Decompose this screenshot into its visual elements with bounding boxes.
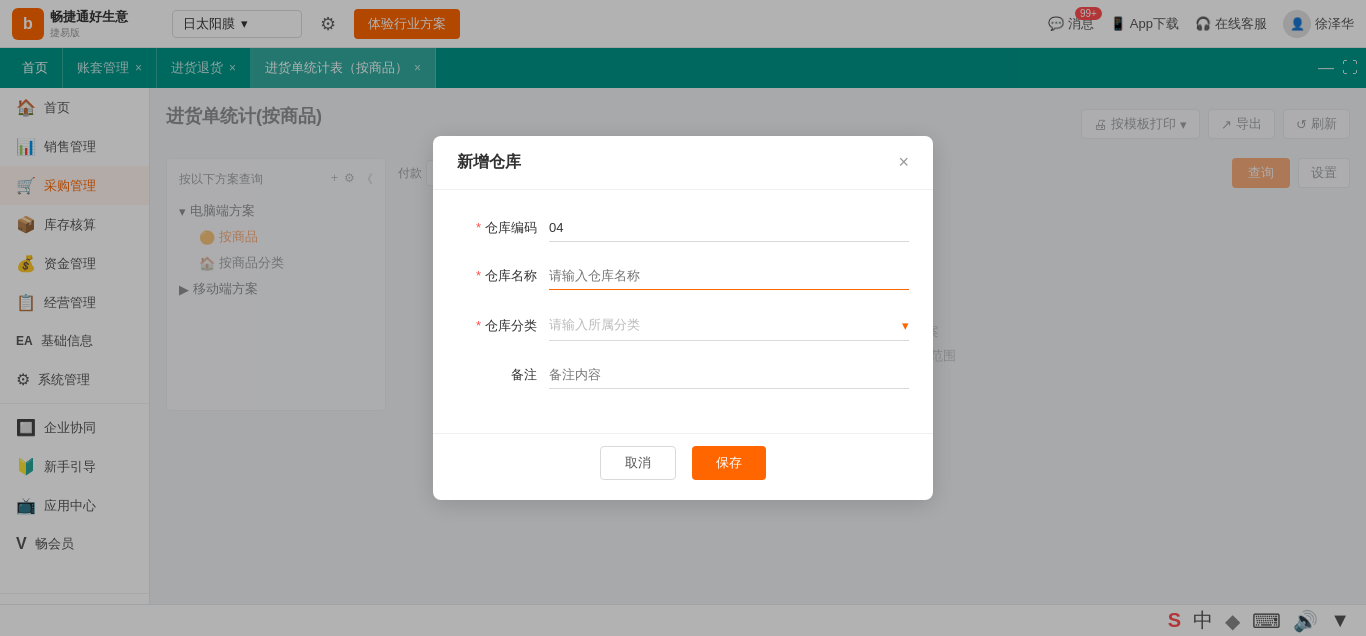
- name-input[interactable]: [549, 262, 909, 290]
- category-select[interactable]: 请输入所属分类 ▾: [549, 310, 909, 341]
- dialog-body: 仓库编码 仓库名称 仓库分类 请输入所属分类 ▾ 备注: [433, 190, 933, 433]
- code-label: 仓库编码: [457, 219, 537, 237]
- form-row-category: 仓库分类 请输入所属分类 ▾: [457, 310, 909, 341]
- cancel-button[interactable]: 取消: [600, 446, 676, 480]
- save-button[interactable]: 保存: [692, 446, 766, 480]
- note-label: 备注: [457, 366, 537, 384]
- name-label: 仓库名称: [457, 267, 537, 285]
- new-warehouse-dialog: 新增仓库 × 仓库编码 仓库名称 仓库分类 请输入所属分类 ▾: [433, 136, 933, 500]
- dialog-title: 新增仓库: [457, 152, 521, 173]
- dialog-footer: 取消 保存: [433, 433, 933, 500]
- form-row-name: 仓库名称: [457, 262, 909, 290]
- modal-overlay[interactable]: 新增仓库 × 仓库编码 仓库名称 仓库分类 请输入所属分类 ▾: [0, 0, 1366, 636]
- code-input[interactable]: [549, 214, 909, 242]
- form-row-note: 备注: [457, 361, 909, 389]
- category-placeholder: 请输入所属分类: [549, 316, 640, 334]
- dialog-header: 新增仓库 ×: [433, 136, 933, 190]
- dialog-close-button[interactable]: ×: [898, 152, 909, 173]
- category-chevron-icon: ▾: [902, 318, 909, 333]
- category-label: 仓库分类: [457, 317, 537, 335]
- form-row-code: 仓库编码: [457, 214, 909, 242]
- note-input[interactable]: [549, 361, 909, 389]
